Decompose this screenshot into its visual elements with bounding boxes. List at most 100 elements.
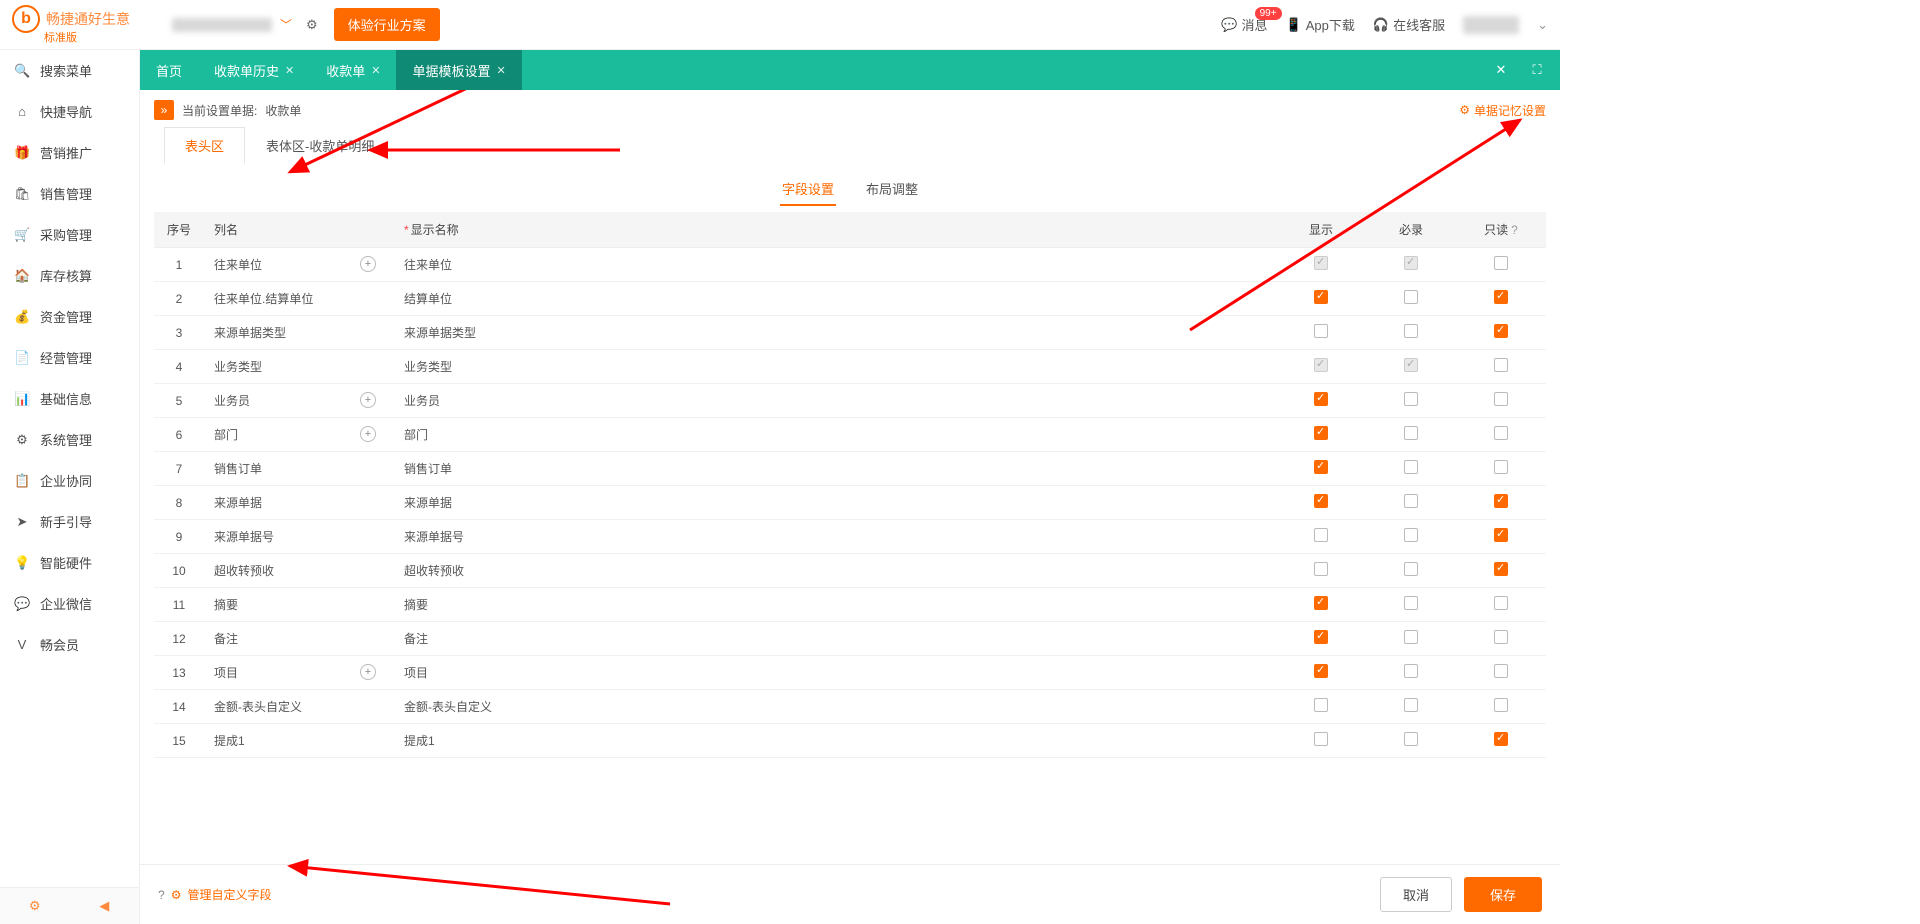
checkbox[interactable]	[1494, 290, 1508, 304]
close-icon[interactable]: ✕	[371, 64, 380, 77]
sidebar-item-10[interactable]: 📋企业协同	[0, 460, 139, 501]
sidebar-item-7[interactable]: 📄经营管理	[0, 337, 139, 378]
save-button[interactable]: 保存	[1464, 877, 1542, 912]
tab-3[interactable]: 单据模板设置✕	[396, 50, 521, 90]
area-tab-1[interactable]: 表体区-收款单明细	[245, 127, 395, 164]
chevron-down-icon[interactable]: ⌄	[1537, 17, 1548, 33]
checkbox[interactable]	[1404, 664, 1418, 678]
sub-tab-0[interactable]: 字段设置	[780, 173, 836, 206]
checkbox[interactable]	[1314, 596, 1328, 610]
memory-settings-link[interactable]: ⚙ 单据记忆设置	[1459, 102, 1546, 119]
tab-2[interactable]: 收款单✕	[310, 50, 396, 90]
fullscreen-icon[interactable]: ⛶	[1522, 55, 1552, 85]
checkbox[interactable]	[1314, 528, 1328, 542]
customer-service-link[interactable]: 🎧 在线客服	[1373, 15, 1445, 34]
sidebar-item-1[interactable]: ⌂快捷导航	[0, 91, 139, 132]
sidebar-item-3[interactable]: 🛍销售管理	[0, 173, 139, 214]
sidebar-icon: ⌂	[14, 104, 30, 119]
table-row: 8来源单据来源单据	[154, 486, 1546, 520]
checkbox[interactable]	[1494, 494, 1508, 508]
help-icon[interactable]: ?	[1511, 223, 1518, 237]
checkbox[interactable]	[1404, 528, 1418, 542]
chat-icon: 💬	[1221, 17, 1237, 33]
sidebar-item-4[interactable]: 🛒采购管理	[0, 214, 139, 255]
checkbox[interactable]	[1404, 392, 1418, 406]
checkbox[interactable]	[1404, 630, 1418, 644]
checkbox[interactable]	[1494, 732, 1508, 746]
tab-close-all-icon[interactable]: ✕	[1486, 55, 1516, 85]
checkbox[interactable]	[1494, 528, 1508, 542]
close-icon[interactable]: ✕	[285, 64, 294, 77]
sidebar-icon: 📄	[14, 350, 30, 366]
checkbox[interactable]	[1314, 392, 1328, 406]
checkbox[interactable]	[1494, 664, 1508, 678]
checkbox[interactable]	[1494, 460, 1508, 474]
checkbox[interactable]	[1404, 596, 1418, 610]
close-icon[interactable]: ✕	[497, 64, 506, 77]
checkbox[interactable]	[1494, 426, 1508, 440]
checkbox[interactable]	[1404, 460, 1418, 474]
help-icon[interactable]: ?	[158, 888, 165, 902]
checkbox[interactable]	[1404, 426, 1418, 440]
checkbox[interactable]	[1314, 630, 1328, 644]
cancel-button[interactable]: 取消	[1380, 877, 1452, 912]
sidebar-item-5[interactable]: 🏠库存核算	[0, 255, 139, 296]
manage-custom-fields-link[interactable]: 管理自定义字段	[187, 886, 271, 903]
checkbox[interactable]	[1314, 562, 1328, 576]
checkbox[interactable]	[1404, 494, 1418, 508]
checkbox[interactable]	[1314, 664, 1328, 678]
table-row: 4业务类型业务类型	[154, 350, 1546, 384]
sidebar-item-13[interactable]: 💬企业微信	[0, 583, 139, 624]
plus-icon[interactable]: +	[360, 392, 376, 408]
checkbox[interactable]	[1404, 732, 1418, 746]
sidebar-item-6[interactable]: 💰资金管理	[0, 296, 139, 337]
checkbox[interactable]	[1314, 698, 1328, 712]
sidebar-item-11[interactable]: ➤新手引导	[0, 501, 139, 542]
plus-icon[interactable]: +	[360, 256, 376, 272]
checkbox[interactable]	[1494, 630, 1508, 644]
messages-link[interactable]: 💬 消息 99+	[1221, 15, 1267, 34]
sidebar-item-2[interactable]: 🎁营销推广	[0, 132, 139, 173]
gear-icon[interactable]: ⚙	[306, 17, 318, 33]
table-row: 10超收转预收超收转预收	[154, 554, 1546, 588]
checkbox[interactable]	[1314, 732, 1328, 746]
tab-0[interactable]: 首页	[140, 50, 198, 90]
checkbox[interactable]	[1494, 358, 1508, 372]
checkbox[interactable]	[1494, 256, 1508, 270]
sidebar-item-9[interactable]: ⚙系统管理	[0, 419, 139, 460]
checkbox[interactable]	[1314, 494, 1328, 508]
logo-subtitle: 标准版	[44, 29, 142, 45]
sidebar-collapse-icon[interactable]: ◀	[70, 888, 140, 924]
sub-tab-1[interactable]: 布局调整	[864, 173, 920, 206]
tab-1[interactable]: 收款单历史✕	[198, 50, 310, 90]
sidebar-item-14[interactable]: V畅会员	[0, 624, 139, 665]
crumb-collapse-icon[interactable]: »	[154, 100, 174, 120]
checkbox[interactable]	[1404, 562, 1418, 576]
checkbox[interactable]	[1404, 324, 1418, 338]
plus-icon[interactable]: +	[360, 664, 376, 680]
checkbox[interactable]	[1314, 426, 1328, 440]
checkbox[interactable]	[1494, 562, 1508, 576]
org-name	[172, 18, 272, 32]
checkbox[interactable]	[1314, 324, 1328, 338]
sidebar-settings-icon[interactable]: ⚙	[0, 888, 70, 924]
sidebar-item-12[interactable]: 💡智能硬件	[0, 542, 139, 583]
checkbox[interactable]	[1494, 596, 1508, 610]
checkbox[interactable]	[1494, 324, 1508, 338]
sidebar-icon: 🏠	[14, 268, 30, 284]
sidebar-item-label: 畅会员	[40, 635, 79, 654]
area-tab-0[interactable]: 表头区	[164, 127, 245, 164]
experience-button[interactable]: 体验行业方案	[334, 8, 440, 41]
org-selector[interactable]: ﹀	[172, 16, 292, 33]
checkbox[interactable]	[1314, 460, 1328, 474]
sidebar-item-8[interactable]: 📊基础信息	[0, 378, 139, 419]
app-download-link[interactable]: 📱 App下载	[1286, 15, 1355, 34]
checkbox[interactable]	[1404, 290, 1418, 304]
checkbox[interactable]	[1494, 698, 1508, 712]
checkbox[interactable]	[1494, 392, 1508, 406]
plus-icon[interactable]: +	[360, 426, 376, 442]
user-avatar[interactable]	[1463, 16, 1519, 34]
checkbox[interactable]	[1404, 698, 1418, 712]
checkbox[interactable]	[1314, 290, 1328, 304]
sidebar-item-0[interactable]: 🔍搜索菜单	[0, 50, 139, 91]
